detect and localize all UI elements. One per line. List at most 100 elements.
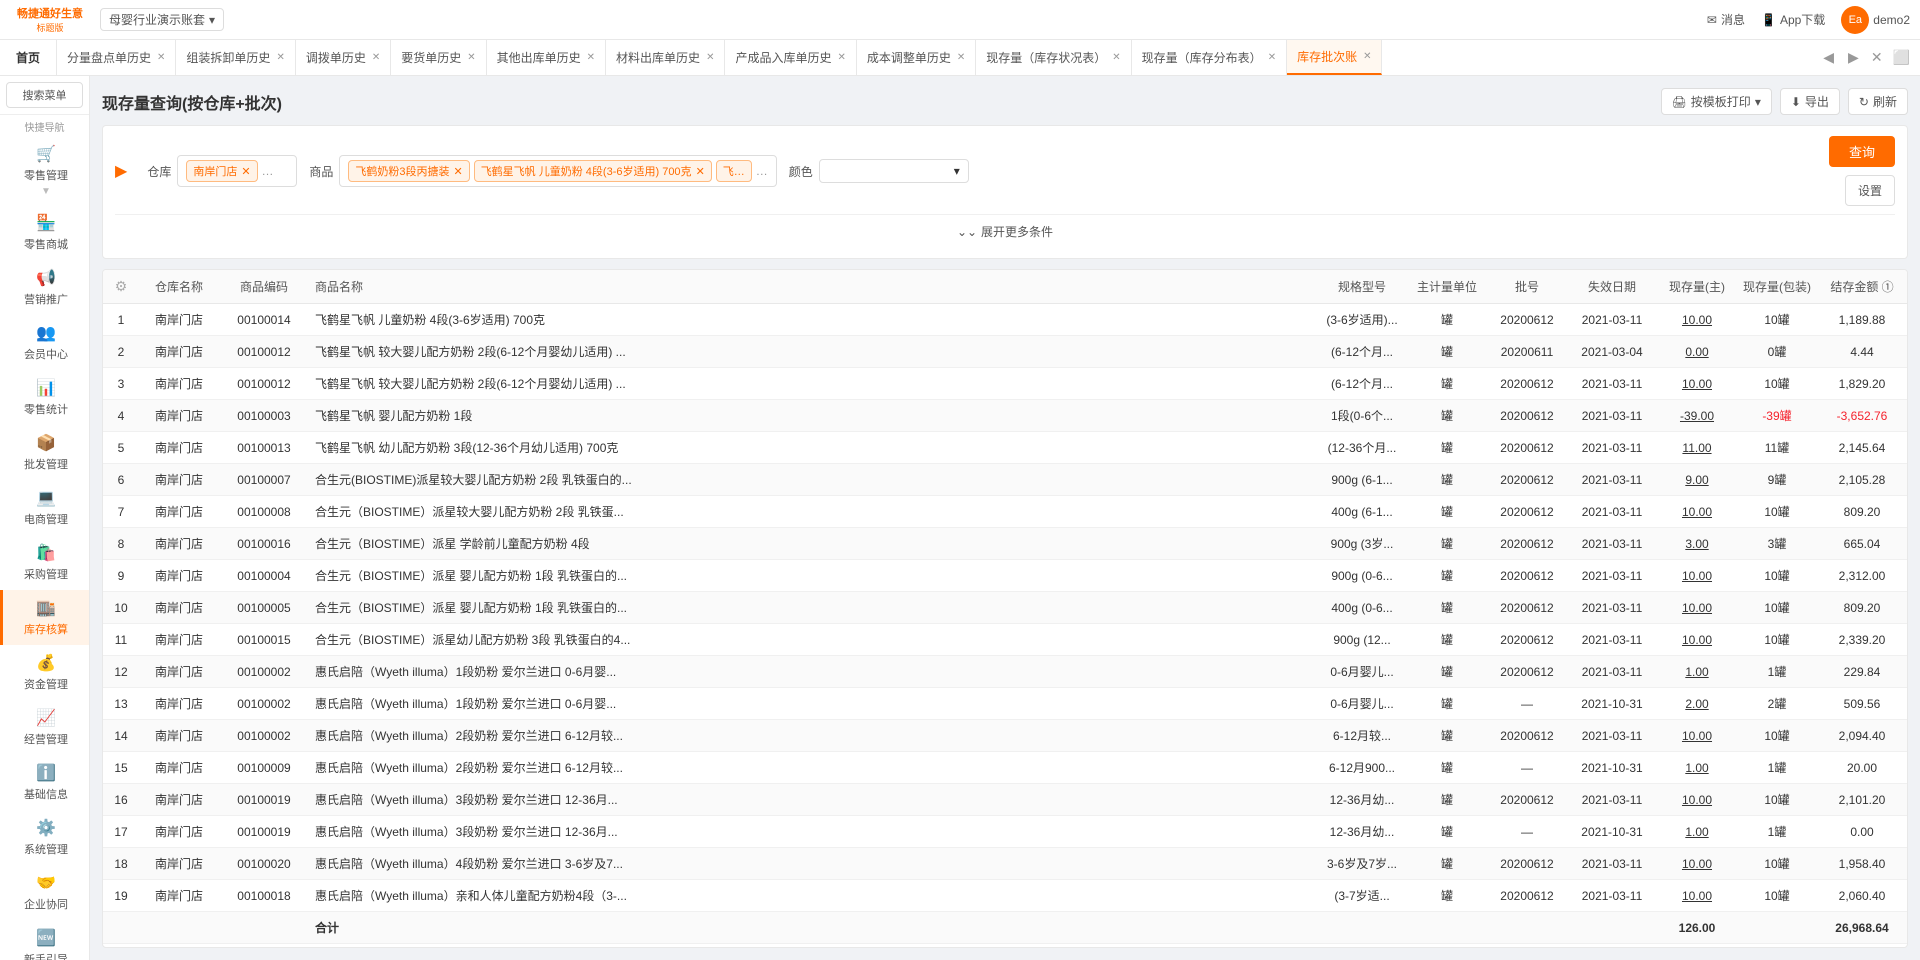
- message-btn[interactable]: ✉ 消息: [1707, 11, 1745, 28]
- settings-btn[interactable]: 设置: [1845, 175, 1895, 206]
- close-icon[interactable]: ✕: [957, 52, 965, 63]
- sidebar-item-purchase[interactable]: 🛍️ 采购管理: [0, 535, 89, 590]
- row-qty-main[interactable]: 10.00: [1657, 720, 1737, 752]
- sidebar-item-finance[interactable]: 💰 资金管理: [0, 645, 89, 700]
- row-qty-main[interactable]: 3.00: [1657, 528, 1737, 560]
- col-settings[interactable]: ⚙: [103, 270, 139, 304]
- row-qty-main[interactable]: 10.00: [1657, 880, 1737, 912]
- row-qty-pack: 10罐: [1737, 496, 1817, 528]
- sidebar-item-marketing[interactable]: 📢 营销推广: [0, 260, 89, 315]
- tab-next-btn[interactable]: ▶: [1842, 49, 1865, 66]
- close-icon[interactable]: ✕: [157, 52, 165, 63]
- row-qty-main[interactable]: 11.00: [1657, 432, 1737, 464]
- tab-current-status[interactable]: 现存量（库存状况表） ✕: [976, 40, 1131, 75]
- row-qty-main[interactable]: 9.00: [1657, 464, 1737, 496]
- sidebar-item-member[interactable]: 👥 会员中心: [0, 315, 89, 370]
- sidebar-item-operations[interactable]: 📈 经营管理: [0, 700, 89, 755]
- warehouse-tag-close[interactable]: ✕: [241, 165, 250, 178]
- close-icon[interactable]: ✕: [372, 52, 380, 63]
- filter-expand-icon[interactable]: ▶: [115, 161, 127, 181]
- tab-material-out[interactable]: 材料出库单历史 ✕: [606, 40, 725, 75]
- row-code: 00100012: [219, 368, 309, 400]
- sidebar-icon: ℹ️: [36, 763, 56, 783]
- expand-btn[interactable]: ⌄⌄ 展开更多条件: [957, 219, 1053, 244]
- close-icon[interactable]: ✕: [276, 52, 284, 63]
- tab-bar: 首页 分量盘点单历史 ✕ 组装拆卸单历史 ✕ 调拨单历史 ✕ 要货单历史 ✕ 其…: [0, 40, 1920, 76]
- tab-requisition[interactable]: 要货单历史 ✕: [391, 40, 486, 75]
- tab-prev-btn[interactable]: ◀: [1817, 49, 1840, 66]
- sidebar-item-retail-shop[interactable]: 🏪 零售商城: [0, 205, 89, 260]
- tab-close-all-btn[interactable]: ✕: [1867, 49, 1887, 66]
- row-qty-main[interactable]: 1.00: [1657, 752, 1737, 784]
- tab-batch-voucher[interactable]: 库存批次账 ✕: [1287, 40, 1382, 75]
- sidebar-item-retail-stats[interactable]: 📊 零售统计: [0, 370, 89, 425]
- search-menu-btn[interactable]: 搜索菜单: [6, 82, 83, 108]
- row-unit: 罐: [1407, 752, 1487, 784]
- tab-other-out[interactable]: 其他出库单历史 ✕: [487, 40, 606, 75]
- row-qty-main[interactable]: 10.00: [1657, 560, 1737, 592]
- tab-maximize-btn[interactable]: ⬜: [1889, 49, 1914, 66]
- template-print-btn[interactable]: 🖨 按模板打印 ▾: [1661, 88, 1772, 115]
- refresh-btn[interactable]: ↻ 刷新: [1848, 88, 1908, 115]
- close-icon[interactable]: ✕: [1112, 52, 1120, 63]
- tab-current-dist[interactable]: 现存量（库存分布表） ✕: [1132, 40, 1287, 75]
- table-row: 7 南岸门店 00100008 合生元（BIOSTIME）派星较大婴儿配方奶粉 …: [103, 496, 1907, 528]
- tab-home[interactable]: 首页: [0, 40, 57, 75]
- close-icon[interactable]: ✕: [837, 52, 845, 63]
- color-input[interactable]: ▾: [819, 159, 969, 183]
- row-qty-main[interactable]: 2.00: [1657, 688, 1737, 720]
- row-qty-main[interactable]: 10.00: [1657, 784, 1737, 816]
- tab-pick[interactable]: 调拨单历史 ✕: [296, 40, 391, 75]
- sidebar-item-ecommerce[interactable]: 💻 电商管理: [0, 480, 89, 535]
- row-qty-main[interactable]: 1.00: [1657, 816, 1737, 848]
- app-download-btn[interactable]: 📱 App下载: [1761, 11, 1825, 28]
- sidebar-item-enterprise[interactable]: 🤝 企业协同: [0, 865, 89, 920]
- close-icon[interactable]: ✕: [467, 52, 475, 63]
- row-num: 15: [103, 752, 139, 784]
- close-icon[interactable]: ✕: [706, 52, 714, 63]
- product-tag2-close[interactable]: ✕: [696, 165, 705, 178]
- row-num: 19: [103, 880, 139, 912]
- query-btn[interactable]: 查询: [1829, 136, 1895, 167]
- sidebar-item-system[interactable]: ⚙️ 系统管理: [0, 810, 89, 865]
- sidebar-icon: 📦: [36, 433, 56, 453]
- close-icon[interactable]: ✕: [587, 52, 595, 63]
- tab-split-inventory[interactable]: 分量盘点单历史 ✕: [57, 40, 176, 75]
- sidebar-item-basic[interactable]: ℹ️ 基础信息: [0, 755, 89, 810]
- close-icon[interactable]: ✕: [1268, 52, 1276, 63]
- sidebar-item-guide[interactable]: 🆕 新手引导: [0, 920, 89, 960]
- row-qty-main[interactable]: 10.00: [1657, 848, 1737, 880]
- row-warehouse: 南岸门店: [139, 560, 219, 592]
- sidebar-item-retail-mgmt[interactable]: 🛒 零售管理 ▼: [0, 136, 89, 205]
- warehouse-input[interactable]: 南岸门店 ✕ …: [177, 155, 297, 187]
- row-qty-main[interactable]: 10.00: [1657, 592, 1737, 624]
- row-qty-main[interactable]: -39.00: [1657, 400, 1737, 432]
- quick-nav-label: 快捷导航: [0, 115, 89, 136]
- row-qty-main[interactable]: 10.00: [1657, 496, 1737, 528]
- product-tag1-close[interactable]: ✕: [453, 165, 462, 178]
- tab-cost-adjust[interactable]: 成本调整单历史 ✕: [857, 40, 976, 75]
- row-qty-main[interactable]: 10.00: [1657, 368, 1737, 400]
- row-name: 合生元（BIOSTIME）派星 婴儿配方奶粉 1段 乳铁蛋白的...: [309, 592, 1317, 624]
- sidebar-item-wholesale[interactable]: 📦 批发管理: [0, 425, 89, 480]
- sidebar-item-label: 新手引导: [24, 951, 68, 960]
- download-icon: 📱: [1761, 13, 1776, 27]
- product-input[interactable]: 飞鹤奶粉3段丙搪装 ✕ 飞鹤星飞帆 儿童奶粉 4段(3-6岁适用) 700克 ✕…: [339, 155, 776, 187]
- product-more-dots[interactable]: …: [756, 164, 768, 178]
- more-dots[interactable]: …: [262, 164, 274, 178]
- row-qty-main[interactable]: 0.00: [1657, 336, 1737, 368]
- sidebar-item-inventory[interactable]: 🏬 库存核算: [0, 590, 89, 645]
- row-qty-main[interactable]: 1.00: [1657, 656, 1737, 688]
- settings-icon[interactable]: ⚙: [115, 278, 128, 294]
- close-icon[interactable]: ✕: [1363, 51, 1371, 62]
- tab-disassemble[interactable]: 组装拆卸单历史 ✕: [176, 40, 295, 75]
- tab-product-in[interactable]: 产成品入库单历史 ✕: [725, 40, 856, 75]
- industry-select[interactable]: 母婴行业演示账套 ▾: [100, 8, 224, 31]
- tab-label: 成本调整单历史: [867, 49, 951, 66]
- sidebar-icon: ⚙️: [36, 818, 56, 838]
- user-area[interactable]: Ea demo2: [1841, 6, 1910, 34]
- row-qty-main[interactable]: 10.00: [1657, 624, 1737, 656]
- sidebar: 搜索菜单 快捷导航 🛒 零售管理 ▼ 🏪 零售商城 📢 营销推广 👥 会员中心 …: [0, 76, 90, 960]
- row-qty-main[interactable]: 10.00: [1657, 304, 1737, 336]
- export-btn[interactable]: ⬇ 导出: [1780, 88, 1840, 115]
